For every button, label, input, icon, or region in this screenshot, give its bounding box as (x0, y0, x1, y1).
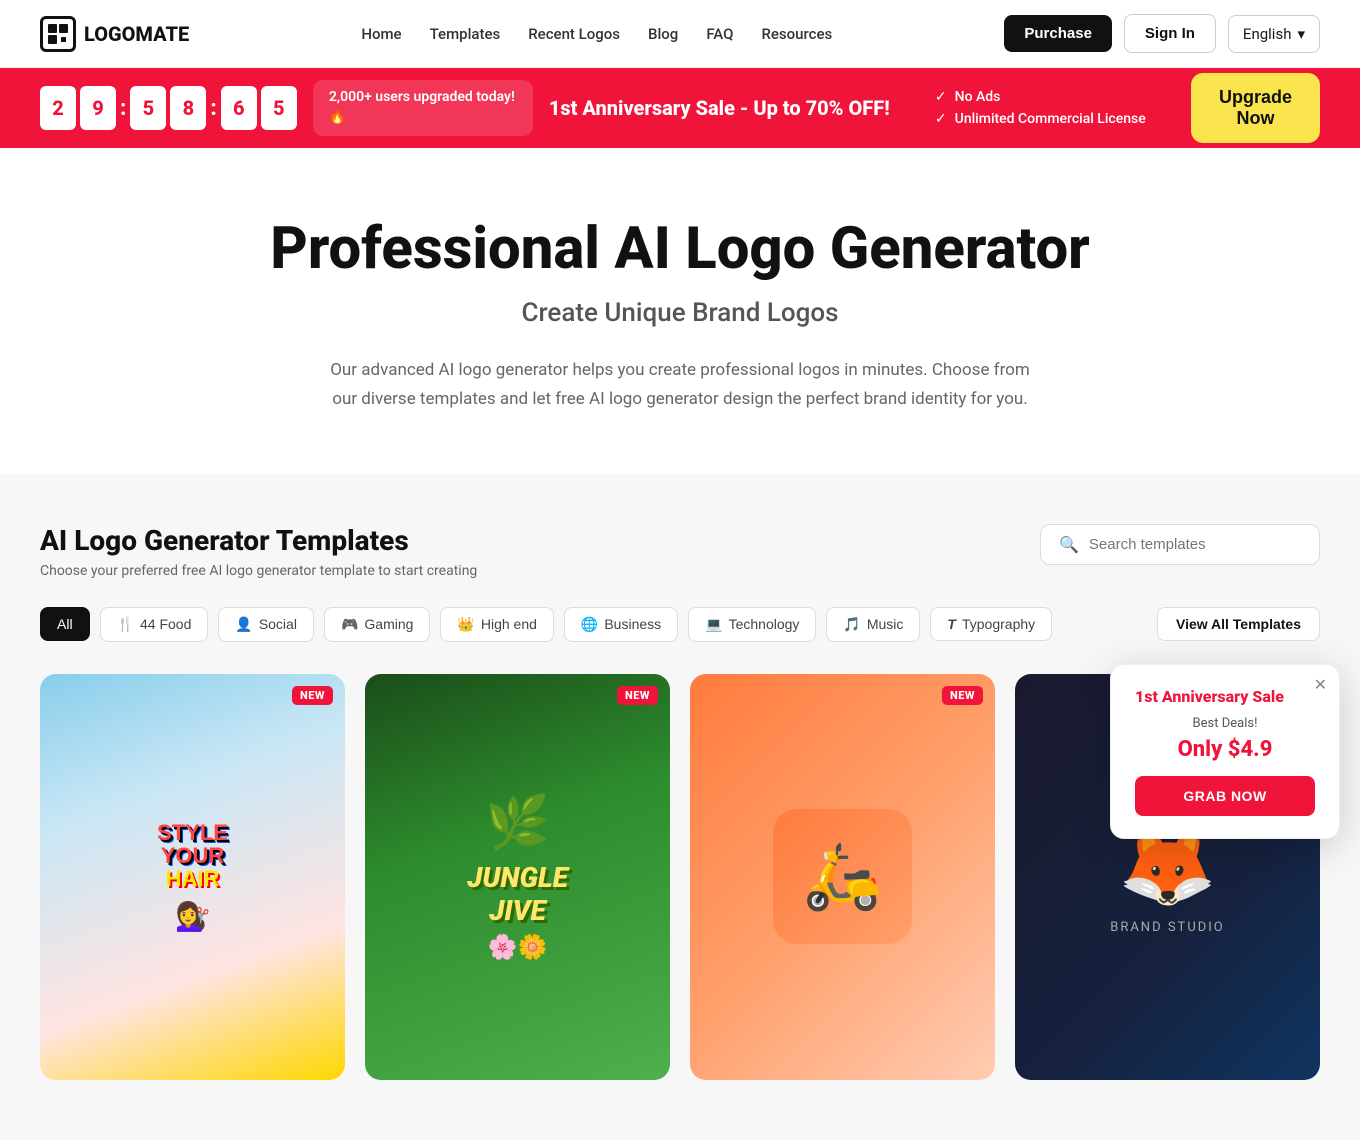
popup-price: Only $4.9 (1135, 737, 1315, 762)
banner-users-text: 2,000+ users upgraded today! 🔥 (313, 80, 533, 135)
gaming-icon: 🎮 (341, 616, 358, 633)
hero-description: Our advanced AI logo generator helps you… (320, 356, 1040, 414)
search-icon: 🔍 (1059, 535, 1079, 554)
card-title-style-hair: STYLEYOURHAIR (157, 821, 228, 890)
check-icon-1: ✓ (935, 89, 947, 105)
banner-sale-prefix: 1st Anniversary Sale - Up to (549, 96, 806, 120)
countdown-m1: 6 (221, 86, 257, 130)
hero-title: Professional AI Logo Generator (40, 218, 1320, 282)
nav-templates[interactable]: Templates (430, 25, 501, 43)
language-selector[interactable]: English ▾ (1228, 15, 1320, 53)
banner-left: 2 9 : 5 8 : 6 5 2,000+ users upgraded to… (40, 80, 890, 135)
delivery-app-icon-bg: 🛵 (773, 809, 913, 944)
template-card-style-hair[interactable]: NEW STYLEYOURHAIR 💇‍♀️ (40, 674, 345, 1081)
nav-recent-logos[interactable]: Recent Logos (528, 25, 620, 43)
nav-links: Home Templates Recent Logos Blog FAQ Res… (361, 25, 832, 43)
flower-emojis: 🌸🌼 (467, 933, 568, 961)
card-content-1: STYLEYOURHAIR 💇‍♀️ (137, 801, 248, 953)
perk-1-label: No Ads (955, 89, 1001, 105)
popup-close-button[interactable]: ✕ (1314, 675, 1327, 694)
jungle-emoji: 🌿 (467, 792, 568, 853)
countdown-d2: 9 (80, 86, 116, 130)
filter-social[interactable]: 👤 Social (218, 607, 314, 642)
nav-resources[interactable]: Resources (761, 25, 832, 43)
filter-technology[interactable]: 💻 Technology (688, 607, 816, 642)
music-icon: 🎵 (843, 616, 860, 633)
logo-icon (40, 16, 76, 52)
template-card-delivery[interactable]: NEW 🛵 (690, 674, 995, 1081)
logo-text: LOGOMATE (84, 22, 189, 46)
badge-new-1: NEW (292, 686, 333, 705)
filter-business[interactable]: 🌐 Business (564, 607, 678, 642)
banner-sale-highlight: 70% OFF! (806, 96, 890, 120)
banner-perks: ✓ No Ads ✓ Unlimited Commercial License (935, 89, 1146, 127)
nav-blog[interactable]: Blog (648, 25, 678, 43)
filter-all[interactable]: All (40, 607, 90, 641)
business-icon: 🌐 (581, 616, 598, 633)
technology-icon: 💻 (705, 616, 722, 633)
social-icon: 👤 (235, 616, 252, 633)
countdown-sep-1: : (120, 96, 126, 121)
logo-link[interactable]: LOGOMATE (40, 16, 189, 52)
banner-perk-2: ✓ Unlimited Commercial License (935, 111, 1146, 127)
category-filters: All 🍴 44 Food 👤 Social 🎮 Gaming 👑 High e… (40, 607, 1320, 642)
countdown-sep-2: : (210, 96, 216, 121)
template-card-jungle-jive[interactable]: NEW 🌿 JUNGLEJIVE 🌸🌼 (365, 674, 670, 1081)
perk-2-label: Unlimited Commercial License (955, 111, 1146, 127)
badge-new-2: NEW (617, 686, 658, 705)
nav-faq[interactable]: FAQ (706, 25, 733, 43)
templates-section-title: AI Logo Generator Templates (40, 524, 477, 557)
filter-gaming[interactable]: 🎮 Gaming (324, 607, 430, 642)
templates-section-subtitle: Choose your preferred free AI logo gener… (40, 563, 477, 579)
view-all-templates-button[interactable]: View All Templates (1157, 607, 1320, 641)
card-content-2: 🌿 JUNGLEJIVE 🌸🌼 (447, 772, 588, 981)
popup-best-deals: Best Deals! (1135, 716, 1315, 731)
filter-typography[interactable]: T Typography (930, 607, 1052, 641)
purchase-button[interactable]: Purchase (1004, 15, 1112, 52)
filter-highend[interactable]: 👑 High end (440, 607, 553, 642)
navbar: LOGOMATE Home Templates Recent Logos Blo… (0, 0, 1360, 68)
check-icon-2: ✓ (935, 111, 947, 127)
delivery-icon: 🛵 (803, 839, 883, 914)
card-inner-1: STYLEYOURHAIR 💇‍♀️ (40, 674, 345, 1081)
food-icon: 🍴 (117, 616, 134, 633)
anniversary-popup: ✕ 1st Anniversary Sale Best Deals! Only … (1110, 664, 1340, 839)
filter-music[interactable]: 🎵 Music (826, 607, 920, 642)
nav-home[interactable]: Home (361, 25, 401, 43)
countdown-d1: 2 (40, 86, 76, 130)
popup-grab-now-button[interactable]: GRAB NOW (1135, 776, 1315, 816)
banner-sale-text: 1st Anniversary Sale - Up to 70% OFF! (549, 96, 890, 120)
highend-icon: 👑 (457, 616, 474, 633)
nav-right: Purchase Sign In English ▾ (1004, 14, 1320, 53)
signin-button[interactable]: Sign In (1124, 14, 1216, 53)
hero-section: Professional AI Logo Generator Create Un… (0, 148, 1360, 474)
typography-icon: T (947, 616, 956, 632)
chevron-down-icon: ▾ (1297, 25, 1305, 43)
popup-title: 1st Anniversary Sale (1135, 687, 1315, 708)
hair-emoji: 💇‍♀️ (157, 900, 228, 933)
countdown-h1: 5 (130, 86, 166, 130)
countdown-m2: 5 (261, 86, 297, 130)
badge-new-3: NEW (942, 686, 983, 705)
upgrade-now-button[interactable]: UpgradeNow (1191, 73, 1320, 143)
card-content-3: 🛵 (753, 789, 933, 964)
card-title-jungle: JUNGLEJIVE (467, 861, 568, 927)
banner-perk-1: ✓ No Ads (935, 89, 1146, 105)
hero-subtitle: Create Unique Brand Logos (40, 298, 1320, 328)
fox-subtitle: BRAND STUDIO (1110, 920, 1225, 935)
card-inner-3: 🛵 (690, 674, 995, 1081)
templates-title-block: AI Logo Generator Templates Choose your … (40, 524, 477, 579)
filter-food[interactable]: 🍴 44 Food (100, 607, 209, 642)
countdown-timer: 2 9 : 5 8 : 6 5 (40, 86, 297, 130)
promo-banner: 2 9 : 5 8 : 6 5 2,000+ users upgraded to… (0, 68, 1360, 148)
language-label: English (1243, 25, 1292, 43)
templates-header: AI Logo Generator Templates Choose your … (40, 524, 1320, 579)
search-box[interactable]: 🔍 (1040, 524, 1320, 565)
countdown-h2: 8 (170, 86, 206, 130)
search-input[interactable] (1089, 536, 1301, 553)
card-inner-2: 🌿 JUNGLEJIVE 🌸🌼 (365, 674, 670, 1081)
